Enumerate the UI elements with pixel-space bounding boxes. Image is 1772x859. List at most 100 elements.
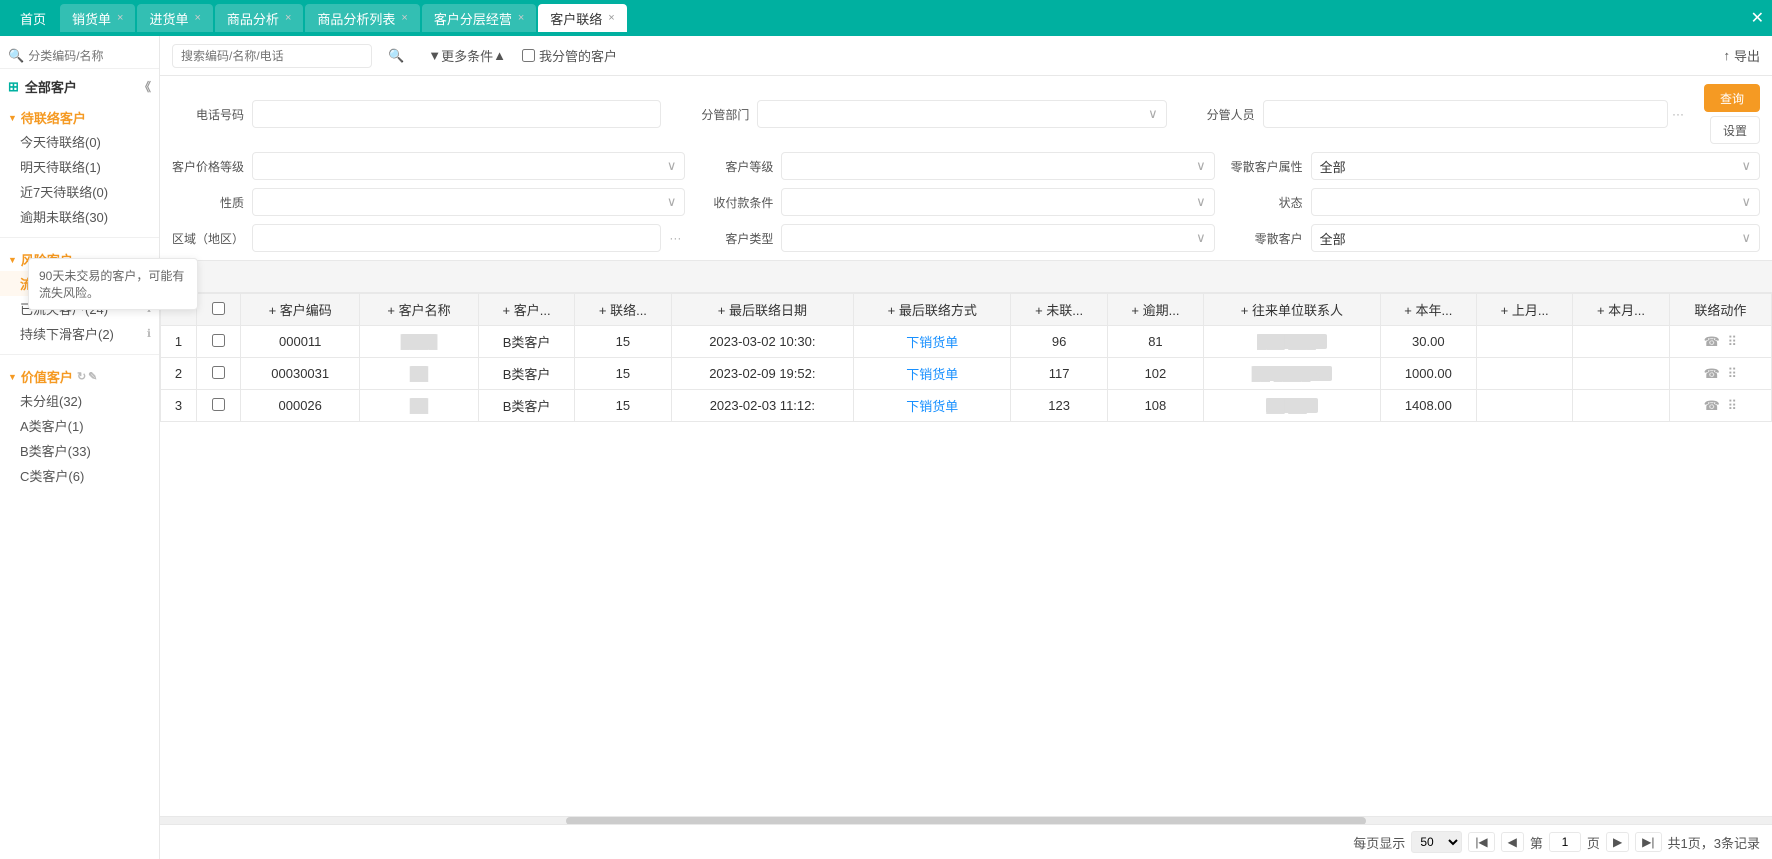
payment-select[interactable]: ∨	[781, 188, 1214, 216]
dept-label: 分管部门	[677, 106, 757, 123]
phone-input[interactable]	[252, 100, 661, 128]
status-select[interactable]: ∨	[1311, 188, 1760, 216]
row-1-checkbox[interactable]	[212, 334, 225, 347]
phone-label: 电话号码	[172, 106, 252, 123]
col-unit-contact: + 往来单位联系人	[1204, 294, 1381, 326]
tab-analysis-list-close[interactable]: ×	[401, 12, 407, 24]
cell-index-3: 3	[161, 390, 197, 422]
data-table: + 客户编码 + 客户名称 + 客户... + 联络... + 最后联络日期 +…	[160, 293, 1772, 422]
cell-lastmonth-1	[1476, 326, 1572, 358]
table-row: 3 000026 ██ B类客户 15 2023-02-03 11:12: 下销…	[161, 390, 1772, 422]
filter-field-status: 状态 ∨	[1231, 188, 1760, 216]
close-all-button[interactable]: ✕	[1751, 8, 1764, 28]
my-customers-checkbox[interactable]	[522, 49, 535, 62]
cell-lastmonth-3	[1476, 390, 1572, 422]
action-menu-icon-2[interactable]: ⠿	[1727, 366, 1737, 381]
setting-button[interactable]: 设置	[1710, 116, 1760, 144]
grid-icon: ⊞	[8, 79, 19, 95]
sidebar-item-ungrouped[interactable]: 未分组(32)	[0, 388, 159, 413]
tab-analysis-close[interactable]: ×	[285, 12, 291, 24]
cell-overdue-1: 81	[1107, 326, 1203, 358]
sidebar-group-risk: 风险客户 90天未交易的客户，可能有流失风险。 流失预警客户(3) ● ℹ 已流…	[0, 246, 159, 346]
search-input[interactable]	[172, 44, 372, 68]
tab-customer-segment-close[interactable]: ×	[518, 12, 524, 24]
sidebar-collapse-button[interactable]: 《	[139, 78, 151, 95]
nature-select[interactable]: ∨	[252, 188, 685, 216]
advanced-filter: 电话号码 分管部门 ∨ 分管人员 ··· 查询 设置	[160, 76, 1772, 261]
tab-customer-contact[interactable]: 客户联络 ×	[538, 4, 626, 32]
sidebar-all-customers[interactable]: ⊞ 全部客户 《	[0, 73, 159, 100]
method-link-2[interactable]: 下销货单	[906, 367, 958, 382]
first-page-button[interactable]: |◀	[1468, 832, 1494, 852]
tab-customer-contact-close[interactable]: ×	[608, 12, 614, 24]
tab-analysis[interactable]: 商品分析 ×	[215, 4, 303, 32]
select-all-checkbox[interactable]	[212, 302, 225, 315]
horizontal-scrollbar[interactable]	[160, 816, 1772, 824]
sidebar-group-value-label[interactable]: 价值客户 ↻ ✎	[0, 363, 159, 388]
export-button[interactable]: ↑ 导出	[1723, 46, 1760, 65]
row-2-checkbox[interactable]	[212, 366, 225, 379]
next-page-button[interactable]: ▶	[1606, 832, 1629, 852]
method-link-1[interactable]: 下销货单	[906, 335, 958, 350]
dept-select[interactable]: ∨	[757, 100, 1166, 128]
sidebar-search-icon: 🔍	[8, 48, 24, 64]
export-label: 导出	[1734, 46, 1760, 65]
price-level-select[interactable]: ∨	[252, 152, 685, 180]
more-conditions-button[interactable]: ▼ 更多条件 ▲	[420, 42, 514, 69]
level-select[interactable]: ∨	[781, 152, 1214, 180]
cell-uncontacted-1: 96	[1011, 326, 1107, 358]
sidebar-item-class-a[interactable]: A类客户(1)	[0, 413, 159, 438]
status-arrow-icon: ∨	[1741, 194, 1751, 210]
sidebar-item-declining[interactable]: 持续下滑客户(2) ℹ	[0, 321, 159, 346]
search-button[interactable]: 🔍	[380, 44, 412, 68]
region-more-button[interactable]: ···	[665, 231, 685, 245]
cell-type-1: B类客户	[478, 326, 574, 358]
filter-field-retail: 零散客户 全部 ∨	[1231, 224, 1760, 252]
my-customers-text: 我分管的客户	[539, 46, 617, 65]
page-number-input[interactable]	[1549, 832, 1581, 852]
sidebar-group-pending-label[interactable]: 待联络客户	[0, 104, 159, 129]
filter-field-dept: 分管部门 ∨	[677, 100, 1182, 128]
tab-analysis-list[interactable]: 商品分析列表 ×	[305, 4, 419, 32]
person-input[interactable]	[1263, 100, 1668, 128]
sidebar-item-tomorrow[interactable]: 明天待联络(1)	[0, 154, 159, 179]
last-page-button[interactable]: ▶|	[1635, 832, 1661, 852]
action-menu-icon-3[interactable]: ⠿	[1727, 398, 1737, 413]
my-customers-label[interactable]: 我分管的客户	[522, 46, 617, 65]
tab-purchase-close[interactable]: ×	[194, 12, 200, 24]
tab-sales[interactable]: 销货单 ×	[60, 4, 135, 32]
cell-overdue-3: 108	[1107, 390, 1203, 422]
person-more-button[interactable]: ···	[1668, 107, 1688, 121]
retail-select[interactable]: 全部 ∨	[1311, 224, 1760, 252]
retail-attr-select[interactable]: 全部 ∨	[1311, 152, 1760, 180]
cell-thismonth-1	[1573, 326, 1669, 358]
sidebar-item-overdue[interactable]: 逾期未联络(30)	[0, 204, 159, 229]
sidebar-item-class-c[interactable]: C类客户(6)	[0, 463, 159, 488]
sidebar-item-class-b[interactable]: B类客户(33)	[0, 438, 159, 463]
action-menu-icon-1[interactable]: ⠿	[1727, 334, 1737, 349]
tab-customer-segment[interactable]: 客户分层经营 ×	[422, 4, 536, 32]
value-group-edit-icon[interactable]: ✎	[88, 370, 97, 383]
action-phone-icon-1[interactable]: ☎	[1704, 334, 1720, 349]
main-layout: 🔍 ⊞ 全部客户 《 待联络客户 今天待联络(0) 明天待联络(1) 近7天待联…	[0, 36, 1772, 859]
value-group-refresh-icon[interactable]: ↻	[77, 370, 86, 383]
sidebar-item-today[interactable]: 今天待联络(0)	[0, 129, 159, 154]
cell-date-3: 2023-02-03 11:12:	[671, 390, 854, 422]
sidebar-search-input[interactable]	[28, 49, 160, 63]
tab-home[interactable]: 首页	[8, 4, 58, 32]
region-input[interactable]	[252, 224, 661, 252]
chevron-up-icon: ▲	[493, 48, 506, 63]
method-link-3[interactable]: 下销货单	[906, 399, 958, 414]
customer-type-select[interactable]: ∨	[781, 224, 1214, 252]
col-type: + 客户...	[478, 294, 574, 326]
action-phone-icon-3[interactable]: ☎	[1704, 398, 1720, 413]
nature-label: 性质	[172, 194, 252, 211]
page-size-select[interactable]: 50 100	[1411, 831, 1462, 853]
action-phone-icon-2[interactable]: ☎	[1704, 366, 1720, 381]
query-button[interactable]: 查询	[1704, 84, 1760, 112]
tab-sales-close[interactable]: ×	[117, 12, 123, 24]
tab-purchase[interactable]: 进货单 ×	[137, 4, 212, 32]
prev-page-button[interactable]: ◀	[1501, 832, 1524, 852]
row-3-checkbox[interactable]	[212, 398, 225, 411]
sidebar-item-7days[interactable]: 近7天待联络(0)	[0, 179, 159, 204]
